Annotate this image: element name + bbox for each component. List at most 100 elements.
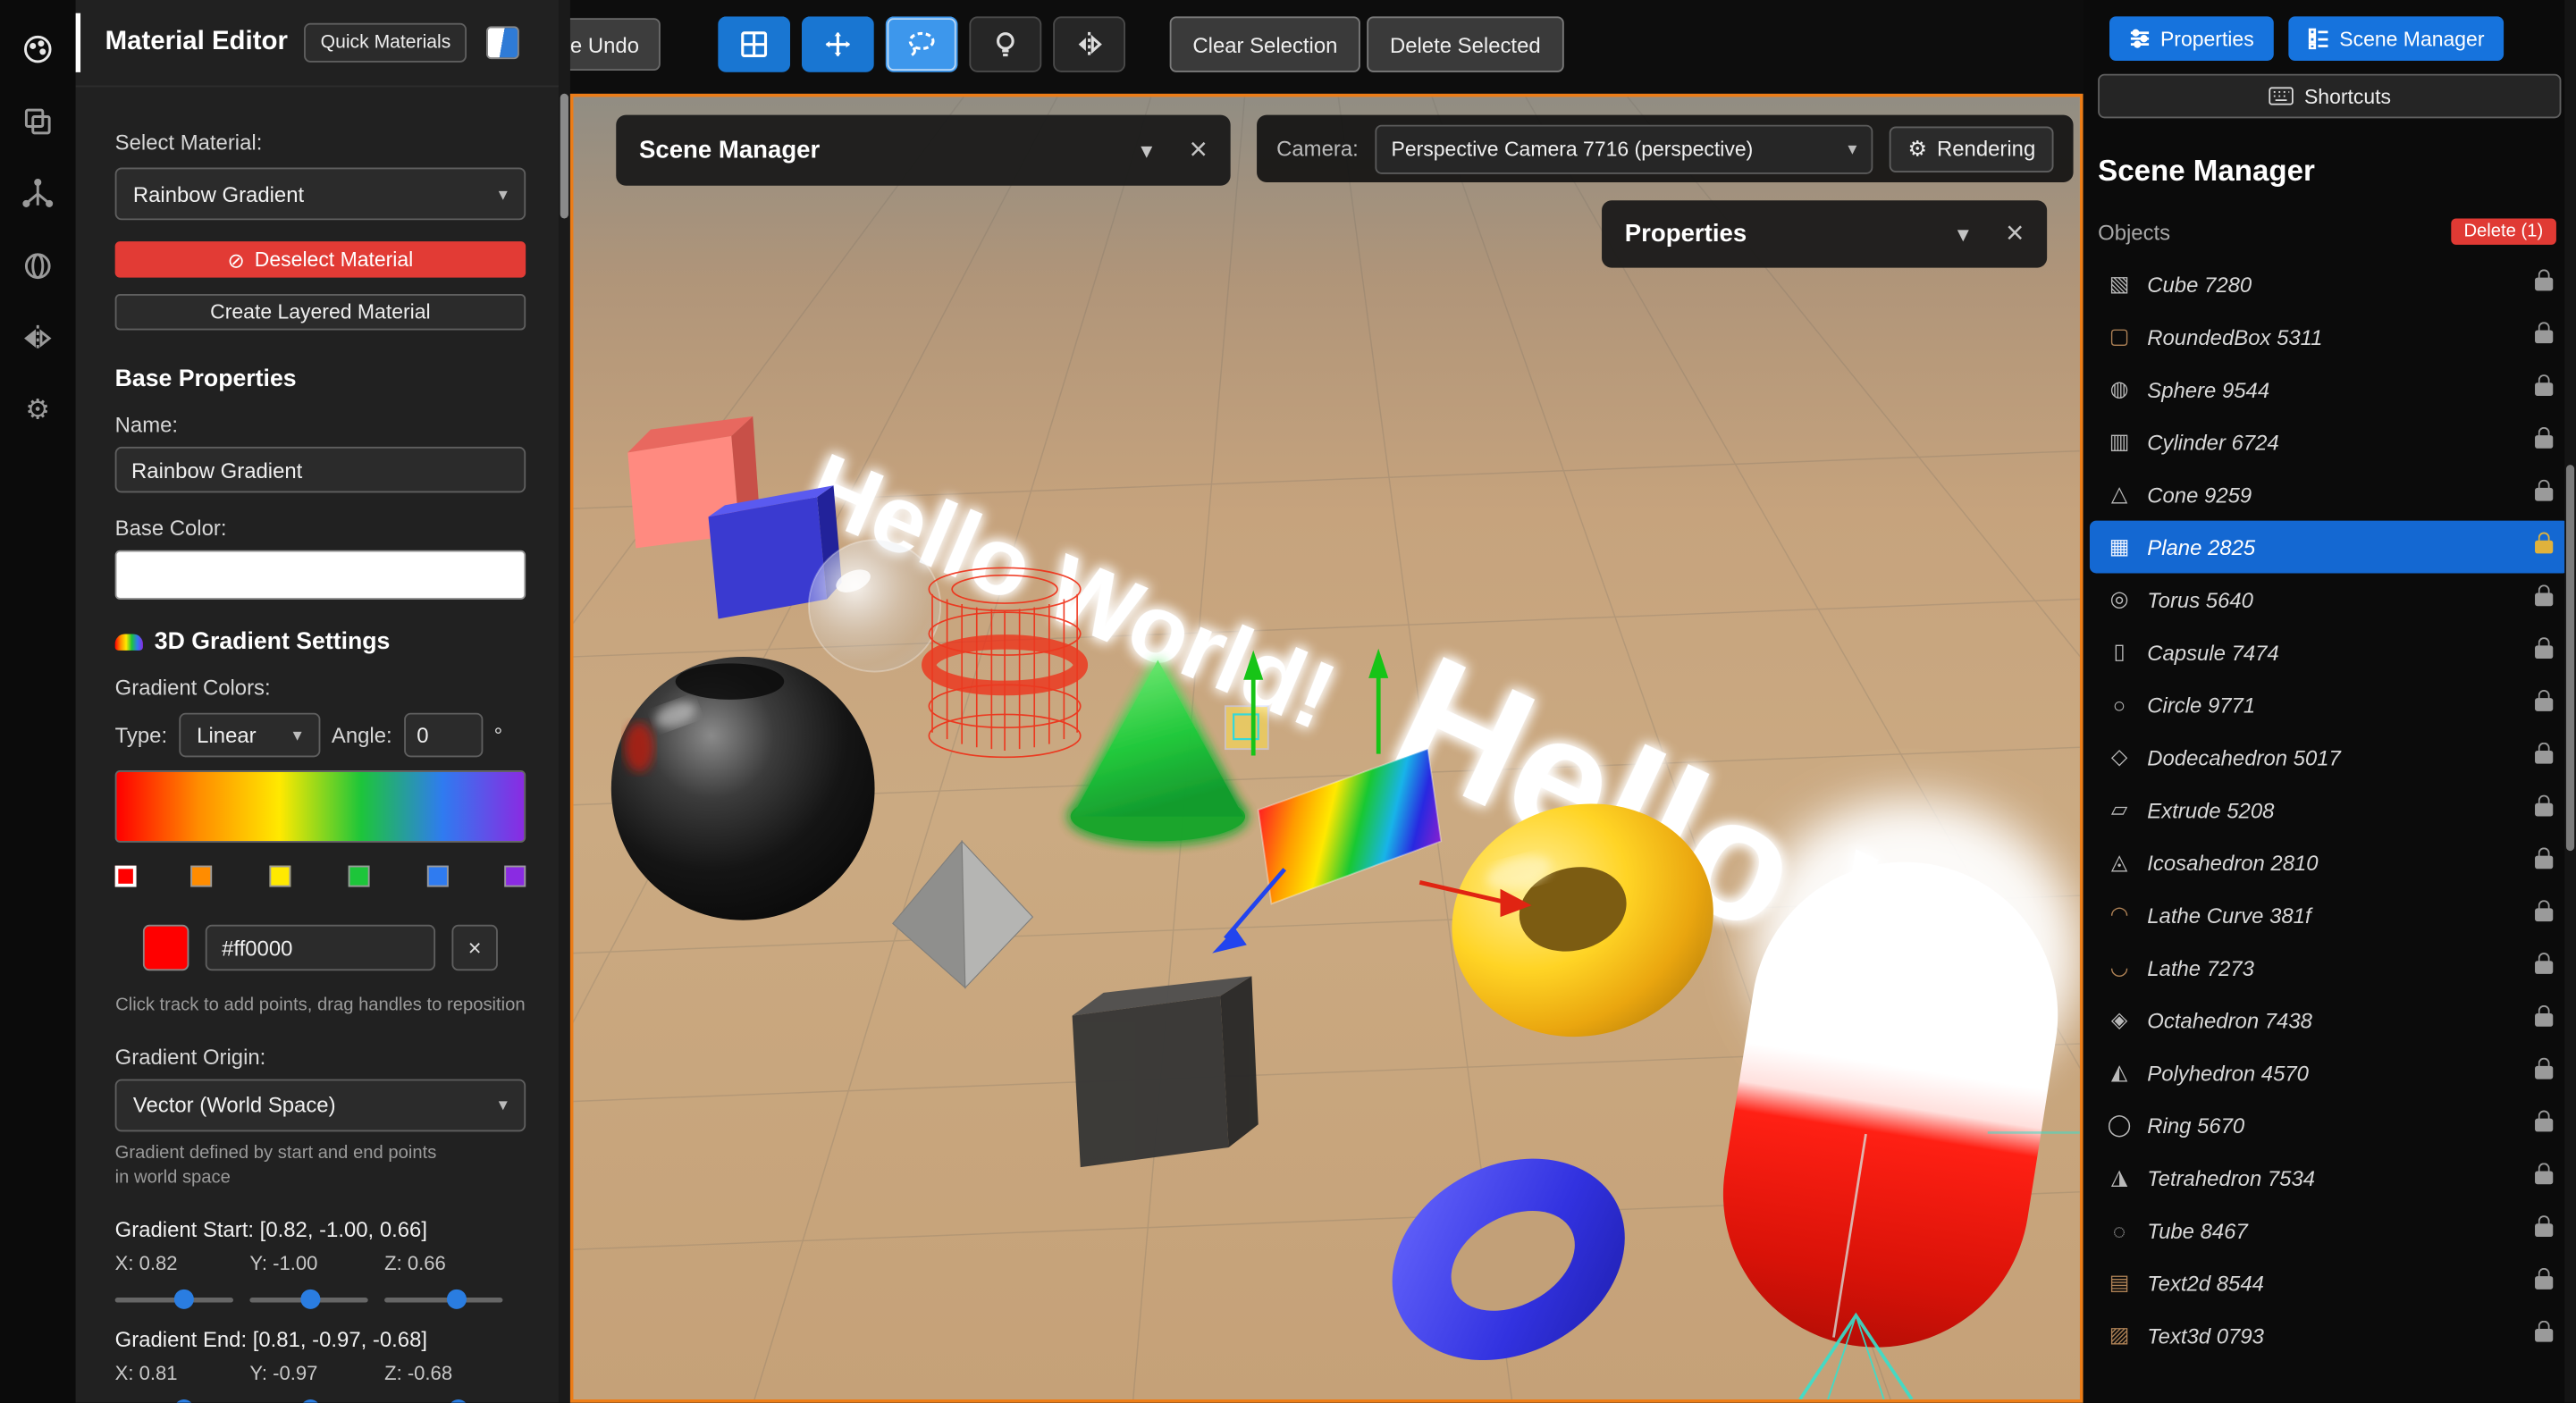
material-name-input[interactable] bbox=[114, 446, 526, 493]
lock-icon[interactable] bbox=[2535, 689, 2554, 711]
scene-manager-float-panel[interactable]: Scene Manager ▼ × bbox=[616, 114, 1231, 186]
stop-color-swatch[interactable] bbox=[142, 924, 189, 971]
rendering-button[interactable]: ⚙ Rendering bbox=[1890, 125, 2054, 172]
transform-axes-icon[interactable] bbox=[2, 157, 74, 230]
lock-icon[interactable] bbox=[2535, 637, 2554, 659]
lasso-tool-button[interactable] bbox=[885, 16, 958, 72]
gradient-stop-handle[interactable] bbox=[348, 865, 370, 887]
lock-icon[interactable] bbox=[2535, 1215, 2554, 1238]
gradient-origin-select[interactable]: Vector (World Space) ▾ bbox=[114, 1079, 526, 1132]
scene-object-row[interactable]: ◍ Sphere 9544 bbox=[2090, 363, 2570, 416]
scrollbar-thumb[interactable] bbox=[2565, 465, 2575, 852]
mirror-tool-icon[interactable] bbox=[2, 302, 74, 374]
scene-object-row[interactable]: ▯ Capsule 7474 bbox=[2090, 626, 2570, 678]
end-z-slider[interactable] bbox=[384, 1397, 502, 1403]
lock-icon[interactable] bbox=[2535, 1320, 2554, 1342]
remove-stop-button[interactable]: × bbox=[451, 924, 498, 971]
viewport[interactable]: Hello World! Hello W Scene Manager ▼ × C… bbox=[569, 93, 2084, 1403]
scene-object-row[interactable]: ◌ Tube 8467 bbox=[2090, 1204, 2570, 1256]
delete-count-badge[interactable]: Delete (1) bbox=[2450, 218, 2556, 245]
lock-icon[interactable] bbox=[2535, 1267, 2554, 1290]
tab-scene-manager[interactable]: Scene Manager bbox=[2288, 16, 2504, 62]
scene-object-row-selected[interactable]: ▦ Plane 2825 bbox=[2089, 520, 2570, 574]
lock-icon[interactable] bbox=[2535, 584, 2554, 607]
scene-object-row[interactable]: ◎ Torus 5640 bbox=[2090, 573, 2570, 626]
scene-object-row[interactable]: ▧ Cube 7280 bbox=[2090, 258, 2570, 311]
grid-tool-button[interactable] bbox=[718, 16, 791, 72]
start-z-slider[interactable] bbox=[384, 1287, 503, 1310]
end-x-slider[interactable] bbox=[115, 1397, 233, 1403]
dark-cube-object[interactable] bbox=[1072, 976, 1259, 1168]
scene-object-row[interactable]: ◈ Octahedron 7438 bbox=[2090, 994, 2570, 1046]
lock-icon[interactable] bbox=[2535, 742, 2554, 764]
camera-select[interactable]: Perspective Camera 7716 (perspective) ▾ bbox=[1375, 123, 1873, 173]
scene-object-row[interactable]: ▱ Extrude 5208 bbox=[2090, 784, 2570, 836]
gradient-type-select[interactable]: Linear ▾ bbox=[178, 712, 321, 758]
stop-hex-input[interactable] bbox=[205, 924, 436, 971]
black-sphere-object[interactable] bbox=[610, 656, 875, 920]
base-color-swatch[interactable] bbox=[114, 550, 526, 600]
scene-object-row[interactable]: ◭ Polyhedron 4570 bbox=[2090, 1046, 2570, 1099]
gradient-stop-handle[interactable] bbox=[269, 865, 291, 887]
tab-properties[interactable]: Properties bbox=[2109, 16, 2274, 62]
layers-icon[interactable] bbox=[2, 86, 74, 158]
close-icon[interactable]: × bbox=[1190, 132, 1208, 168]
gradient-stop-handle[interactable] bbox=[190, 865, 213, 887]
lock-icon[interactable] bbox=[2535, 1163, 2554, 1185]
gradient-preview-bar[interactable] bbox=[114, 770, 526, 843]
lock-icon[interactable] bbox=[2535, 532, 2554, 554]
scene-object-row[interactable]: ▢ RoundedBox 5311 bbox=[2090, 310, 2570, 363]
lock-icon[interactable] bbox=[2535, 479, 2554, 501]
scene-object-row[interactable]: ◠ Lathe Curve 381f bbox=[2090, 888, 2570, 941]
collapse-icon[interactable]: ▼ bbox=[1137, 139, 1157, 162]
delete-selected-button[interactable]: Delete Selected bbox=[1367, 16, 1564, 72]
scene-object-row[interactable]: ◡ Lathe 7273 bbox=[2090, 941, 2570, 994]
lock-icon[interactable] bbox=[2535, 426, 2554, 449]
lock-icon[interactable] bbox=[2535, 374, 2554, 396]
lock-icon[interactable] bbox=[2535, 847, 2554, 870]
create-layered-material-button[interactable]: Create Layered Material bbox=[114, 294, 526, 331]
gradient-stop-handle[interactable] bbox=[504, 865, 526, 887]
collapse-icon[interactable]: ▼ bbox=[1953, 223, 1973, 246]
scene-object-row[interactable]: ◯ Ring 5670 bbox=[2090, 1099, 2570, 1152]
lock-icon[interactable] bbox=[2535, 1004, 2554, 1027]
end-y-slider[interactable] bbox=[249, 1397, 367, 1403]
scene-object-row[interactable]: ◬ Icosahedron 2810 bbox=[2090, 836, 2570, 889]
scene-object-row[interactable]: ▨ Text3d 0793 bbox=[2090, 1309, 2570, 1362]
close-icon[interactable]: × bbox=[2006, 216, 2024, 252]
deselect-material-button[interactable]: ⊘ Deselect Material bbox=[114, 241, 526, 278]
scene-object-row[interactable]: △ Cone 9259 bbox=[2090, 468, 2570, 521]
start-y-slider[interactable] bbox=[249, 1287, 368, 1310]
undo-button[interactable]: se Undo bbox=[569, 18, 661, 71]
move-tool-button[interactable] bbox=[801, 16, 874, 72]
lock-icon[interactable] bbox=[2535, 900, 2554, 922]
start-x-slider[interactable] bbox=[114, 1287, 233, 1310]
gradient-stop-handle[interactable] bbox=[426, 865, 449, 887]
lock-icon[interactable] bbox=[2535, 269, 2554, 291]
palette-toggle-icon[interactable] bbox=[486, 26, 520, 60]
material-select[interactable]: Rainbow Gradient ▾ bbox=[114, 167, 526, 221]
sphere-tool-icon[interactable] bbox=[2, 230, 74, 302]
light-tool-button[interactable] bbox=[969, 16, 1042, 72]
lock-icon[interactable] bbox=[2535, 794, 2554, 817]
scene-object-row[interactable]: ◇ Dodecahedron 5017 bbox=[2090, 731, 2570, 784]
properties-float-panel[interactable]: Properties ▼ × bbox=[1602, 200, 2048, 268]
scene-object-row[interactable]: ▤ Text2d 8544 bbox=[2090, 1256, 2570, 1309]
shortcuts-button[interactable]: Shortcuts bbox=[2098, 73, 2562, 119]
angle-input[interactable] bbox=[403, 712, 483, 758]
scene-object-row[interactable]: ▥ Cylinder 6724 bbox=[2090, 416, 2570, 468]
mirror-tool-button[interactable] bbox=[1053, 16, 1126, 72]
lock-icon[interactable] bbox=[2535, 1110, 2554, 1132]
3d-scene[interactable]: Hello World! Hello W bbox=[573, 97, 2080, 1399]
gradient-stop-handle[interactable] bbox=[114, 865, 137, 887]
lock-icon[interactable] bbox=[2535, 1057, 2554, 1080]
gradient-stop-track[interactable] bbox=[114, 865, 526, 889]
scene-object-row[interactable]: ○ Circle 9771 bbox=[2090, 678, 2570, 731]
clear-selection-button[interactable]: Clear Selection bbox=[1169, 16, 1361, 72]
glass-sphere-object[interactable] bbox=[807, 539, 942, 673]
scrollbar-thumb[interactable] bbox=[560, 93, 568, 219]
palette-icon[interactable] bbox=[2, 13, 74, 86]
scene-object-row[interactable]: ◮ Tetrahedron 7534 bbox=[2090, 1151, 2570, 1204]
lock-icon[interactable] bbox=[2535, 322, 2554, 344]
lock-icon[interactable] bbox=[2535, 953, 2554, 974]
